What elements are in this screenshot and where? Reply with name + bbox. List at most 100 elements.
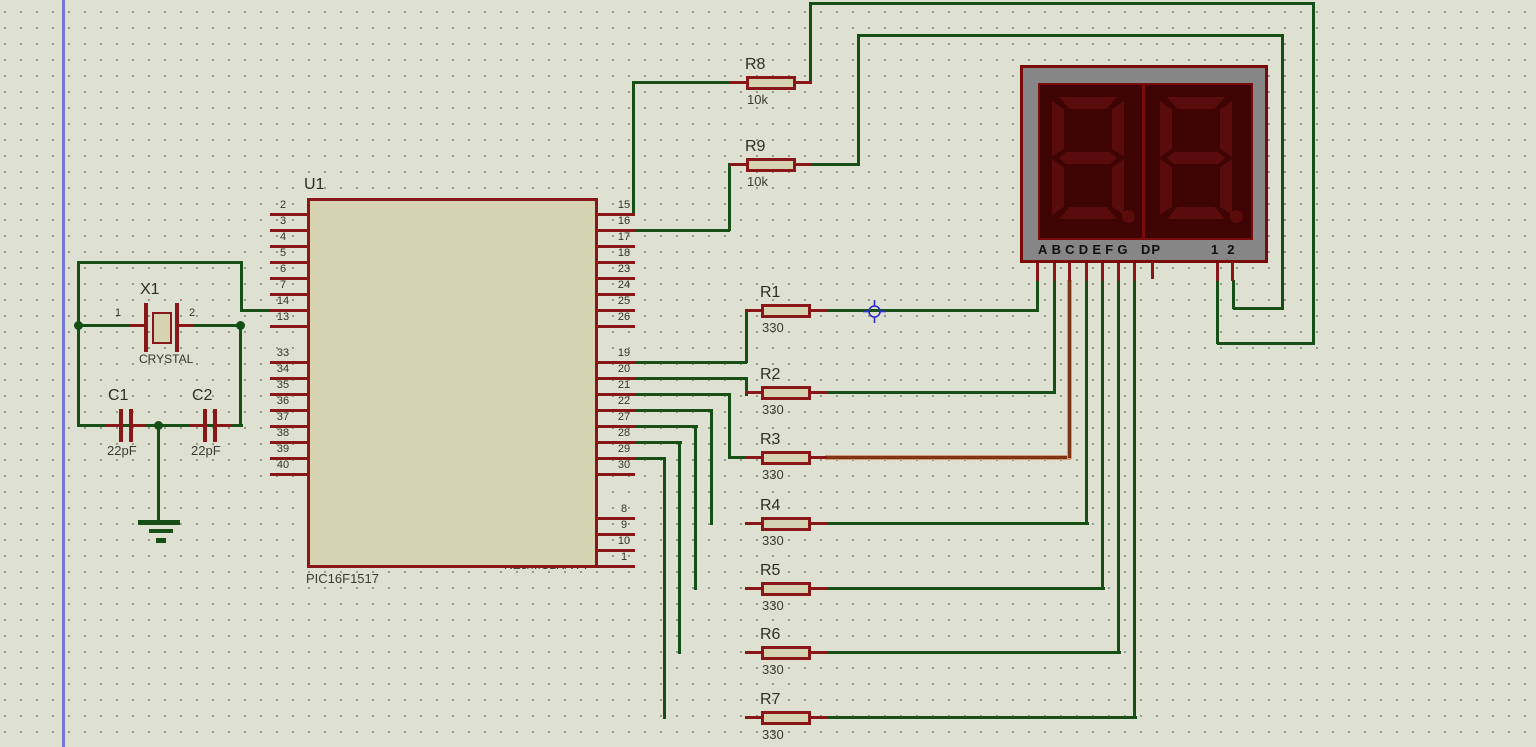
resistor-R3-body[interactable] bbox=[761, 451, 811, 465]
wire-segment[interactable] bbox=[77, 324, 130, 327]
resistor-ref-label: R3 bbox=[760, 431, 781, 448]
wire-segment[interactable] bbox=[823, 716, 1137, 719]
resistor-R6-body[interactable] bbox=[761, 646, 811, 660]
resistor-R7-terminal-left bbox=[745, 716, 761, 719]
wire-segment[interactable] bbox=[809, 2, 812, 83]
resistor-R5-terminal-right bbox=[811, 587, 827, 590]
resistor-R1-terminal-left bbox=[745, 309, 761, 312]
wire-segment[interactable] bbox=[857, 34, 1284, 37]
wire-segment[interactable] bbox=[809, 2, 1315, 5]
wire-segment[interactable] bbox=[632, 81, 635, 216]
wire-segment[interactable] bbox=[77, 261, 243, 264]
wire-segment[interactable] bbox=[823, 391, 1056, 394]
wire-segment[interactable] bbox=[239, 324, 242, 427]
wire-segment[interactable] bbox=[632, 361, 747, 364]
wire-segment[interactable] bbox=[710, 409, 713, 525]
wire-segment[interactable] bbox=[1217, 342, 1315, 345]
segment-g bbox=[1059, 152, 1117, 164]
crystal-name-label: CRYSTAL bbox=[139, 352, 194, 366]
display-pin-b[interactable] bbox=[1053, 263, 1056, 281]
wire-segment[interactable] bbox=[240, 261, 243, 311]
display-pin-a[interactable] bbox=[1036, 263, 1039, 281]
chip-pin-number: 8 bbox=[620, 503, 628, 515]
wire-segment[interactable] bbox=[823, 651, 1121, 654]
wire-segment[interactable] bbox=[811, 163, 859, 166]
chip-pin-number: 36 bbox=[276, 395, 290, 407]
ground-bar-1 bbox=[138, 520, 180, 525]
wire-segment[interactable] bbox=[1232, 280, 1235, 309]
wire-segment[interactable] bbox=[1281, 34, 1284, 310]
wire-segment[interactable] bbox=[857, 34, 860, 166]
chip-pin-26-stub[interactable] bbox=[598, 325, 635, 328]
resistor-R1-body[interactable] bbox=[761, 304, 811, 318]
mcu-chip-body[interactable] bbox=[307, 198, 598, 568]
wire-segment[interactable] bbox=[1085, 280, 1088, 525]
wire-segment[interactable] bbox=[77, 261, 80, 427]
wire-segment[interactable] bbox=[632, 229, 730, 232]
chip-pin-1-stub[interactable] bbox=[598, 565, 635, 568]
wire-segment[interactable] bbox=[157, 424, 160, 522]
display-pin-2[interactable] bbox=[1231, 263, 1234, 281]
wire-segment[interactable] bbox=[745, 309, 748, 363]
resistor-ref-label: R1 bbox=[760, 284, 781, 301]
wire-segment[interactable] bbox=[1036, 280, 1039, 312]
wire-segment[interactable] bbox=[1101, 280, 1104, 590]
wire-segment[interactable] bbox=[823, 309, 1039, 312]
chip-pin-number: 29 bbox=[617, 443, 631, 455]
display-pin-e[interactable] bbox=[1101, 263, 1104, 281]
cap-c1-plate-right[interactable] bbox=[129, 409, 133, 442]
resistor-R9-body[interactable] bbox=[746, 158, 796, 172]
wire-segment[interactable] bbox=[678, 441, 681, 654]
wire-segment[interactable] bbox=[1312, 2, 1315, 345]
resistor-R6-terminal-left bbox=[745, 651, 761, 654]
resistor-R4-body[interactable] bbox=[761, 517, 811, 531]
cap-c1-value: 22pF bbox=[107, 443, 137, 458]
display-pin-f[interactable] bbox=[1117, 263, 1120, 281]
wire-segment[interactable] bbox=[632, 377, 747, 380]
wire-segment[interactable] bbox=[632, 425, 698, 428]
chip-pin-number: 7 bbox=[279, 279, 287, 291]
resistor-R2-terminal-right bbox=[811, 391, 827, 394]
wire-segment[interactable] bbox=[1053, 280, 1056, 394]
chip-pin-number: 9 bbox=[620, 519, 628, 531]
chip-pin-13-stub[interactable] bbox=[270, 325, 307, 328]
cap-c2-plate-right[interactable] bbox=[213, 409, 217, 442]
wire-junction-dot bbox=[154, 421, 163, 430]
display-pin-d[interactable] bbox=[1085, 263, 1088, 281]
wire-segment[interactable] bbox=[1216, 280, 1219, 344]
wire-segment[interactable] bbox=[632, 409, 713, 412]
chip-pin-number: 33 bbox=[276, 347, 290, 359]
wire-segment[interactable] bbox=[1233, 307, 1284, 310]
resistor-R2-body[interactable] bbox=[761, 386, 811, 400]
wire-segment[interactable] bbox=[823, 587, 1105, 590]
resistor-R5-body[interactable] bbox=[761, 582, 811, 596]
display-pin-g[interactable] bbox=[1133, 263, 1136, 281]
wire-segment[interactable] bbox=[694, 425, 697, 590]
resistor-R8-body[interactable] bbox=[746, 76, 796, 90]
wire-segment[interactable] bbox=[632, 393, 731, 396]
chip-ref-label: U1 bbox=[304, 176, 325, 193]
chip-pin-number: 19 bbox=[617, 347, 631, 359]
wire-segment[interactable] bbox=[823, 522, 1089, 525]
cap-c2-plate-left[interactable] bbox=[203, 409, 207, 442]
wire-segment[interactable] bbox=[663, 457, 666, 719]
resistor-R7-body[interactable] bbox=[761, 711, 811, 725]
schematic-canvas[interactable]: 2RA0/AN0/SS3RA1/AN14RA2/AN25RA3/AN3/VREF… bbox=[0, 0, 1536, 747]
wire-segment[interactable] bbox=[728, 163, 731, 231]
resistor-R9-terminal-left bbox=[730, 163, 746, 166]
chip-pin-30-stub[interactable] bbox=[598, 473, 635, 476]
wire-segment[interactable] bbox=[1117, 280, 1120, 654]
wire-segment-brown[interactable] bbox=[826, 456, 1070, 459]
wire-segment[interactable] bbox=[728, 393, 731, 459]
display-pin-c[interactable] bbox=[1068, 263, 1071, 281]
display-pin-1[interactable] bbox=[1216, 263, 1219, 281]
crystal-body[interactable] bbox=[152, 312, 172, 344]
cap-c2-ref: C2 bbox=[192, 387, 213, 404]
wire-segment[interactable] bbox=[1133, 280, 1136, 719]
display-pin-dp[interactable] bbox=[1151, 263, 1154, 279]
wire-segment-brown[interactable] bbox=[1068, 281, 1071, 458]
resistor-value-label: 330 bbox=[762, 320, 784, 335]
cap-c1-plate-left[interactable] bbox=[119, 409, 123, 442]
resistor-R4-terminal-right bbox=[811, 522, 827, 525]
chip-pin-40-stub[interactable] bbox=[270, 473, 307, 476]
